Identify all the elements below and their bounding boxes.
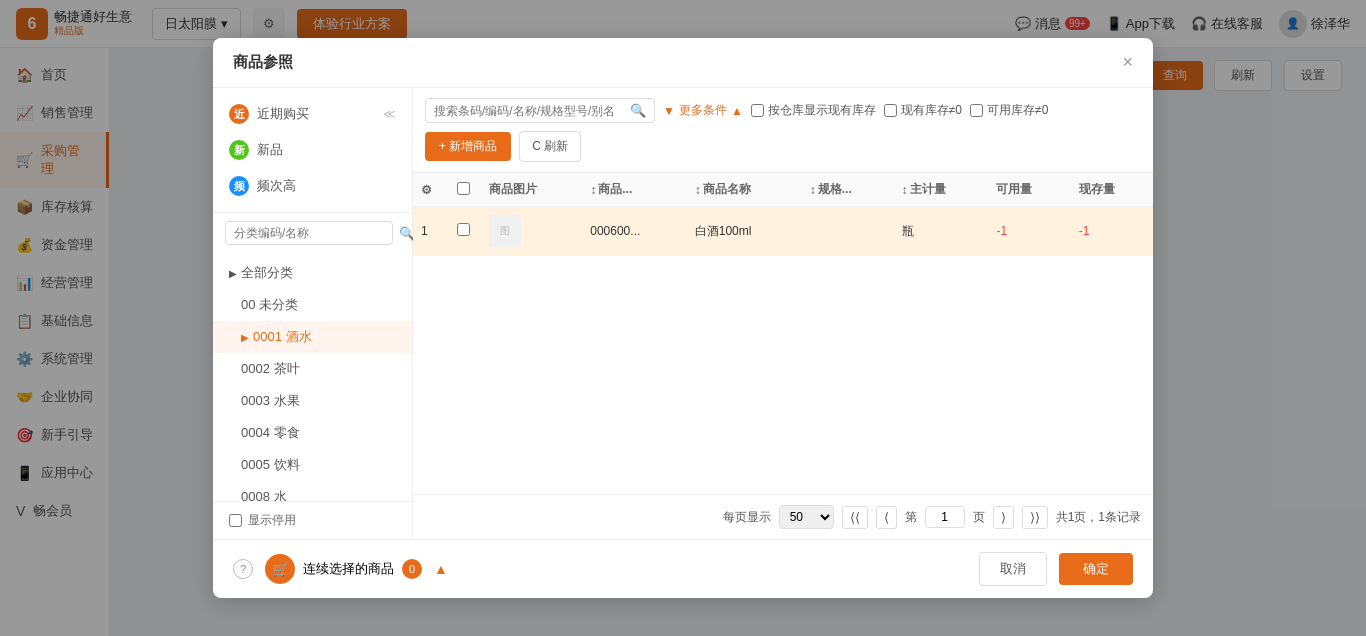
cat-snack[interactable]: 0004 零食 <box>213 417 412 449</box>
search-icon[interactable]: 🔍 <box>630 103 646 118</box>
last-page-button[interactable]: ⟩⟩ <box>1022 506 1048 529</box>
content-area: 查询 刷新 设置 商品参照 × 近 <box>110 48 1366 636</box>
warehouse-checkbox[interactable] <box>751 104 764 117</box>
nav-frequent[interactable]: 频 频次高 <box>213 168 412 204</box>
col-settings[interactable]: ⚙ <box>413 173 449 207</box>
confirm-button[interactable]: 确定 <box>1059 553 1133 585</box>
dialog-title: 商品参照 <box>233 53 293 72</box>
cell-available: -1 <box>988 207 1070 256</box>
cart-area: 🛒 连续选择的商品 0 <box>265 554 422 584</box>
cell-index: 1 <box>413 207 449 256</box>
left-panel-nav: 近 近期购买 ≪ 新 新品 频 频次高 <box>213 88 412 213</box>
stock-checkbox[interactable] <box>884 104 897 117</box>
select-all-checkbox[interactable] <box>457 182 470 195</box>
product-table-area: ⚙ 商品图片 ↕ 商品... <box>413 173 1153 494</box>
col-code[interactable]: ↕ 商品... <box>582 173 686 207</box>
dialog-body: 近 近期购买 ≪ 新 新品 频 频次高 <box>213 88 1153 539</box>
cart-text: 连续选择的商品 <box>303 560 394 578</box>
filter-arrow-icon: ▲ <box>731 104 743 118</box>
available-checkbox-label[interactable]: 可用库存≠0 <box>970 102 1048 119</box>
cell-stock: -1 <box>1071 207 1153 256</box>
available-checkbox[interactable] <box>970 104 983 117</box>
category-search-input[interactable] <box>225 221 393 245</box>
recent-dot: 近 <box>229 104 249 124</box>
page-input[interactable] <box>925 506 965 528</box>
search-box: 🔍 <box>425 98 655 123</box>
col-name[interactable]: ↕ 商品名称 <box>687 173 802 207</box>
cart-icon[interactable]: 🛒 <box>265 554 295 584</box>
cell-checkbox[interactable] <box>449 207 481 256</box>
product-thumbnail: 图 <box>489 215 521 247</box>
sort-icon: ↕ <box>695 183 701 197</box>
stock-checkbox-label[interactable]: 现有库存≠0 <box>884 102 962 119</box>
total-records: 共1页，1条记录 <box>1056 509 1141 526</box>
category-tree: ▶ 全部分类 00 未分类 ▶ 0001 酒水 0002 茶 <box>213 253 412 501</box>
cancel-button[interactable]: 取消 <box>979 552 1047 586</box>
collapse-icon: ≪ <box>383 107 396 121</box>
col-stock: 现存量 <box>1071 173 1153 207</box>
col-unit[interactable]: ↕ 主计量 <box>894 173 989 207</box>
product-table: ⚙ 商品图片 ↕ 商品... <box>413 173 1153 256</box>
next-page-button[interactable]: ⟩ <box>993 506 1014 529</box>
pagination: 每页显示 20 50 100 ⟨⟨ ⟨ 第 页 ⟩ <box>413 494 1153 539</box>
left-panel: 近 近期购买 ≪ 新 新品 频 频次高 <box>213 88 413 539</box>
nav-recent-purchases[interactable]: 近 近期购买 ≪ <box>213 96 412 132</box>
cat-all[interactable]: ▶ 全部分类 <box>213 257 412 289</box>
cat-water[interactable]: 0008 水 <box>213 481 412 501</box>
cell-image: 图 <box>481 207 582 256</box>
dialog-footer: ? 🛒 连续选择的商品 0 ▲ 取消 确定 <box>213 539 1153 598</box>
sort-icon: ↕ <box>590 183 596 197</box>
cell-name: 白酒100ml <box>687 207 802 256</box>
help-button[interactable]: ? <box>233 559 253 579</box>
right-panel: 🔍 ▼ 更多条件 ▲ 按仓库显示现有库存 <box>413 88 1153 539</box>
new-dot: 新 <box>229 140 249 160</box>
main-layout: 🏠 首页 📈 销售管理 🛒 采购管理 📦 库存核算 💰 资金管理 📊 经营管理 … <box>0 48 1366 636</box>
close-button[interactable]: × <box>1122 52 1133 73</box>
filter-button[interactable]: ▼ 更多条件 ▲ <box>663 102 743 119</box>
toolbar: 🔍 ▼ 更多条件 ▲ 按仓库显示现有库存 <box>413 88 1153 173</box>
dialog: 商品参照 × 近 近期购买 ≪ 新 <box>213 38 1153 598</box>
first-page-button[interactable]: ⟨⟨ <box>842 506 868 529</box>
col-image: 商品图片 <box>481 173 582 207</box>
cat-liquor[interactable]: ▶ 0001 酒水 <box>213 321 412 353</box>
cell-unit: 瓶 <box>894 207 989 256</box>
prev-page-button[interactable]: ⟨ <box>876 506 897 529</box>
show-disabled-area: 显示停用 <box>213 501 412 539</box>
per-page-select[interactable]: 20 50 100 <box>779 505 834 529</box>
col-checkbox[interactable] <box>449 173 481 207</box>
refresh-product-button[interactable]: C 刷新 <box>519 131 581 162</box>
table-row[interactable]: 1 图 000600... 白酒100ml 瓶 <box>413 207 1153 256</box>
dialog-header: 商品参照 × <box>213 38 1153 88</box>
cell-code: 000600... <box>582 207 686 256</box>
sort-icon: ↕ <box>902 183 908 197</box>
frequent-dot: 频 <box>229 176 249 196</box>
collapse-arrow-icon[interactable]: ▲ <box>434 561 448 577</box>
add-product-button[interactable]: + 新增商品 <box>425 132 511 161</box>
nav-new-products[interactable]: 新 新品 <box>213 132 412 168</box>
col-available: 可用量 <box>988 173 1070 207</box>
cart-count: 0 <box>402 559 422 579</box>
cell-spec <box>802 207 894 256</box>
cat-drink[interactable]: 0005 饮料 <box>213 449 412 481</box>
cat-fruit[interactable]: 0003 水果 <box>213 385 412 417</box>
warehouse-checkbox-label[interactable]: 按仓库显示现有库存 <box>751 102 876 119</box>
sort-icon: ↕ <box>810 183 816 197</box>
overlay: 商品参照 × 近 近期购买 ≪ 新 <box>0 0 1366 636</box>
col-spec[interactable]: ↕ 规格... <box>802 173 894 207</box>
filter-icon: ▼ <box>663 104 675 118</box>
cat-tea[interactable]: 0002 茶叶 <box>213 353 412 385</box>
show-disabled-checkbox[interactable] <box>229 514 242 527</box>
left-search: 🔍 <box>213 213 412 253</box>
product-search-input[interactable] <box>434 104 624 118</box>
cat-unclassified[interactable]: 00 未分类 <box>213 289 412 321</box>
